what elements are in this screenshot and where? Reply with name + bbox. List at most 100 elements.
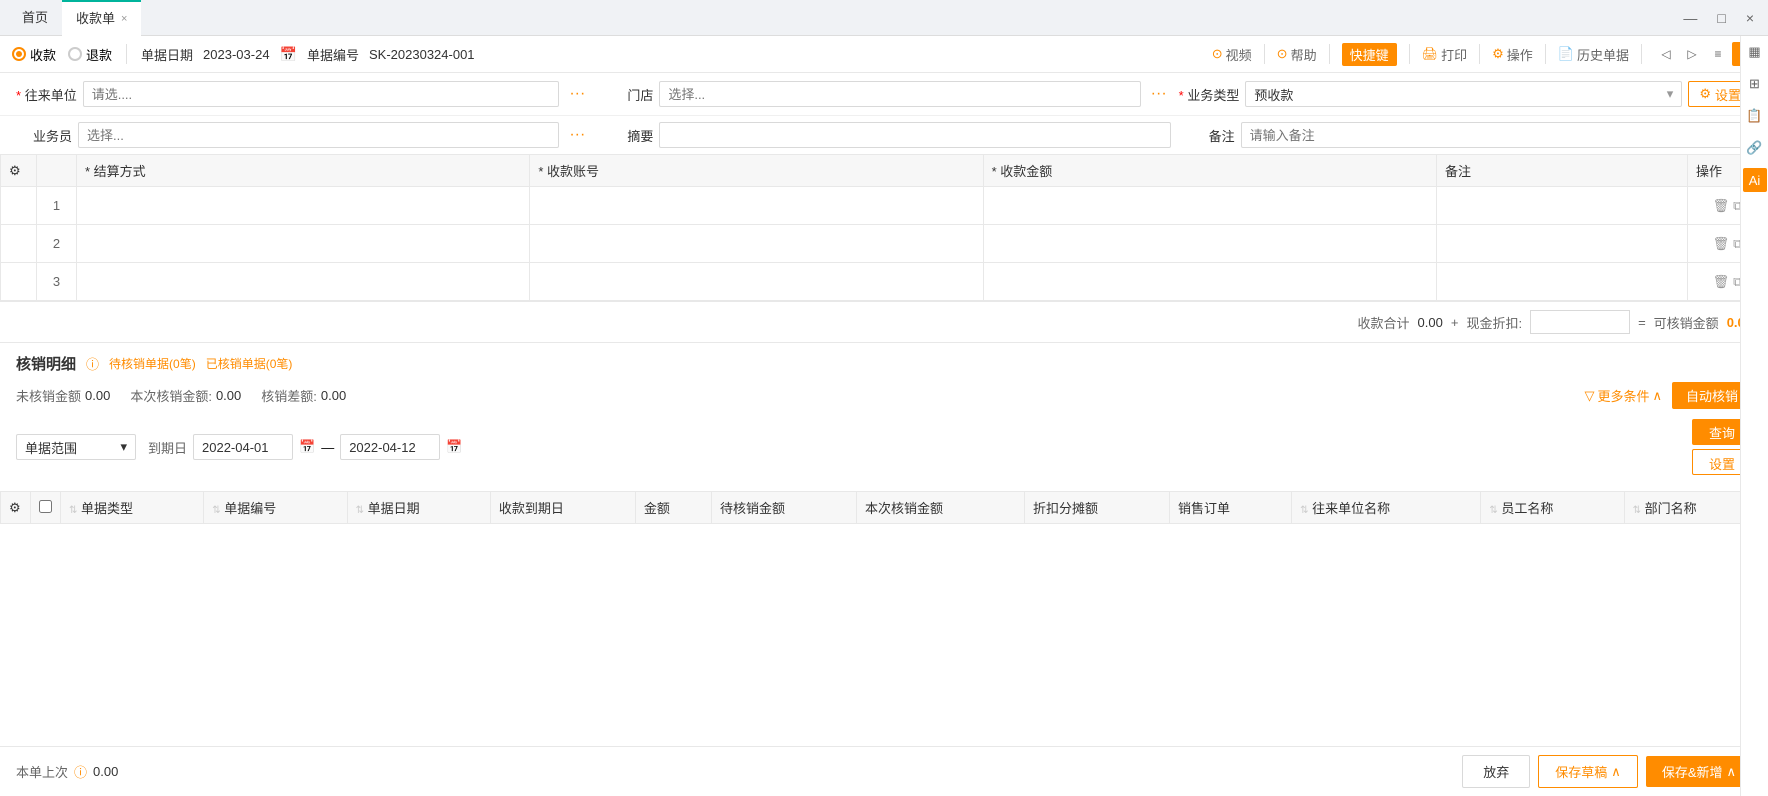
calendar-to-icon[interactable]: 📅 xyxy=(446,439,462,455)
btable-checkbox-col[interactable] xyxy=(31,492,61,524)
row-amount-cell[interactable] xyxy=(983,187,1436,225)
receipt-type-group: 收款 退款 xyxy=(12,45,112,64)
save-draft-button[interactable]: 保存草稿 ∧ xyxy=(1538,755,1638,788)
hexiao-info-icon[interactable]: ⓘ xyxy=(86,354,99,373)
tab-receipt[interactable]: 收款单 × xyxy=(62,0,141,36)
sort-type-icon: ⇅ xyxy=(69,505,77,516)
print-label: 打印 xyxy=(1441,45,1467,64)
hexiao-title-text: 核销明细 xyxy=(16,353,76,374)
range-arrow-icon: ▾ xyxy=(120,439,127,455)
tab-home[interactable]: 首页 xyxy=(8,0,62,36)
sidebar-icon-grid[interactable]: ⊞ xyxy=(1743,72,1767,96)
btable-gear-col[interactable]: ⚙ xyxy=(1,492,31,524)
row-settle-cell[interactable] xyxy=(77,225,530,263)
row-settle-cell[interactable] xyxy=(77,187,530,225)
table-row: 2 🗑 ⧉ xyxy=(1,225,1768,263)
close-button[interactable]: × xyxy=(1740,8,1760,28)
staff-input[interactable] xyxy=(78,122,559,148)
date-from-input[interactable] xyxy=(193,434,293,460)
row-account-cell[interactable] xyxy=(530,187,983,225)
hexiao-filter-right: ▽ 更多条件 ∧ 自动核销 xyxy=(1584,382,1752,409)
range-select[interactable]: 单据范围 ▾ xyxy=(16,434,136,460)
table-gear-header[interactable]: ⚙ xyxy=(1,155,37,187)
range-label: 单据范围 xyxy=(25,438,77,457)
save-new-button[interactable]: 保存&新增 ∧ xyxy=(1646,756,1752,787)
btable-select-all[interactable] xyxy=(39,500,52,513)
row-remark-cell[interactable] xyxy=(1436,225,1687,263)
store-input[interactable] xyxy=(659,81,1140,107)
minimize-button[interactable]: — xyxy=(1677,8,1703,28)
sidebar-icon-ai[interactable]: Ai xyxy=(1743,168,1767,192)
bill-no-label: 单据编号 xyxy=(307,45,359,64)
row-account-cell[interactable] xyxy=(530,263,983,301)
row-account-cell[interactable] xyxy=(530,225,983,263)
net-label: 可核销金额 xyxy=(1654,313,1719,332)
sort-no-icon: ⇅ xyxy=(212,505,220,516)
btable-col-amount: 金额 xyxy=(635,492,711,524)
main-container: 收款 退款 单据日期 2023-03-24 📅 单据编号 SK-20230324… xyxy=(0,36,1768,796)
biz-type-select[interactable]: 预收款 ▾ xyxy=(1245,81,1682,107)
gear-icon: ⚙ xyxy=(1699,86,1711,102)
video-label: 视频 xyxy=(1226,45,1252,64)
row-delete-icon[interactable]: 🗑 xyxy=(1713,236,1730,252)
discount-input[interactable] xyxy=(1530,310,1630,334)
btable-col-pending: 待核销金额 xyxy=(711,492,856,524)
done-tab[interactable]: 已核销单据(0笔) xyxy=(206,355,293,372)
more-filters-link[interactable]: ▽ 更多条件 ∧ xyxy=(1584,386,1662,405)
row-remark-cell[interactable] xyxy=(1436,263,1687,301)
operation-link[interactable]: ⚙ 操作 xyxy=(1492,45,1533,64)
save-draft-arrow-icon: ∧ xyxy=(1611,764,1621,780)
sort-date-icon: ⇅ xyxy=(356,505,364,516)
panel-left-icon[interactable]: ◁ xyxy=(1654,42,1678,66)
sidebar-icon-clipboard[interactable]: 📋 xyxy=(1743,104,1767,128)
print-link[interactable]: 🖨 打印 xyxy=(1422,45,1468,64)
row-delete-icon[interactable]: 🗑 xyxy=(1713,274,1730,290)
tab-receipt-close[interactable]: × xyxy=(121,2,127,36)
pending-tab[interactable]: 待核销单据(0笔) xyxy=(109,355,196,372)
unclaimed-stat: 未核销金额 0.00 xyxy=(16,386,110,405)
maximize-button[interactable]: □ xyxy=(1711,8,1731,28)
help-icon: ⊙ xyxy=(1277,46,1288,62)
btable-col-discount: 折扣分摊额 xyxy=(1024,492,1169,524)
save-new-arrow-icon: ∧ xyxy=(1726,764,1736,780)
video-link[interactable]: ⊙ 视频 xyxy=(1212,45,1252,64)
hexiao-title: 核销明细 ⓘ 待核销单据(0笔) 已核销单据(0笔) xyxy=(16,353,1752,374)
staff-more-icon[interactable]: ··· xyxy=(565,126,589,144)
row-remark-cell[interactable] xyxy=(1436,187,1687,225)
row-gear-cell xyxy=(1,225,37,263)
radio-refund-label: 退款 xyxy=(86,45,112,64)
radio-refund[interactable]: 退款 xyxy=(68,45,112,64)
sidebar-icon-link[interactable]: 🔗 xyxy=(1743,136,1767,160)
counterpart-more-icon[interactable]: ··· xyxy=(565,85,589,103)
row-settle-cell[interactable] xyxy=(77,263,530,301)
receipt-table: ⚙ * 结算方式 * 收款账号 * 收款金额 备注 操作 1 🗑 xyxy=(0,154,1768,301)
date-to-input[interactable] xyxy=(340,434,440,460)
table-row: 1 🗑 ⧉ xyxy=(1,187,1768,225)
remark-input[interactable] xyxy=(1241,122,1752,148)
row-amount-cell[interactable] xyxy=(983,225,1436,263)
history-icon: 📄 xyxy=(1558,46,1574,62)
staff-label: 业务员 xyxy=(16,126,72,145)
current-stat: 本次核销金额: 0.00 xyxy=(130,386,241,405)
carry-info-icon[interactable]: ⓘ xyxy=(74,762,87,781)
sidebar-icon-table[interactable]: ▦ xyxy=(1743,40,1767,64)
radio-receipt[interactable]: 收款 xyxy=(12,45,56,64)
summary-input[interactable] xyxy=(659,122,1170,148)
panel-right-icon[interactable]: ▷ xyxy=(1680,42,1704,66)
panel-list-icon[interactable]: ≡ xyxy=(1706,42,1730,66)
row-delete-icon[interactable]: 🗑 xyxy=(1713,198,1730,214)
toolbar-divider4 xyxy=(1409,44,1410,64)
remark-label: 备注 xyxy=(1179,126,1235,145)
biz-type-arrow-icon: ▾ xyxy=(1667,86,1674,102)
abandon-button[interactable]: 放弃 xyxy=(1462,755,1530,788)
calendar-from-icon[interactable]: 📅 xyxy=(299,439,315,455)
shortcut-link[interactable]: 快捷键 xyxy=(1342,43,1397,66)
store-more-icon[interactable]: ··· xyxy=(1147,85,1171,103)
counterpart-input[interactable] xyxy=(83,81,560,107)
bill-no-value: SK-20230324-001 xyxy=(369,47,475,62)
bill-date-calendar-icon[interactable]: 📅 xyxy=(280,46,297,63)
help-link[interactable]: ⊙ 帮助 xyxy=(1277,45,1317,64)
row-amount-cell[interactable] xyxy=(983,263,1436,301)
carry-label: 本单上次 xyxy=(16,762,68,781)
history-link[interactable]: 📄 历史单据 xyxy=(1558,45,1629,64)
